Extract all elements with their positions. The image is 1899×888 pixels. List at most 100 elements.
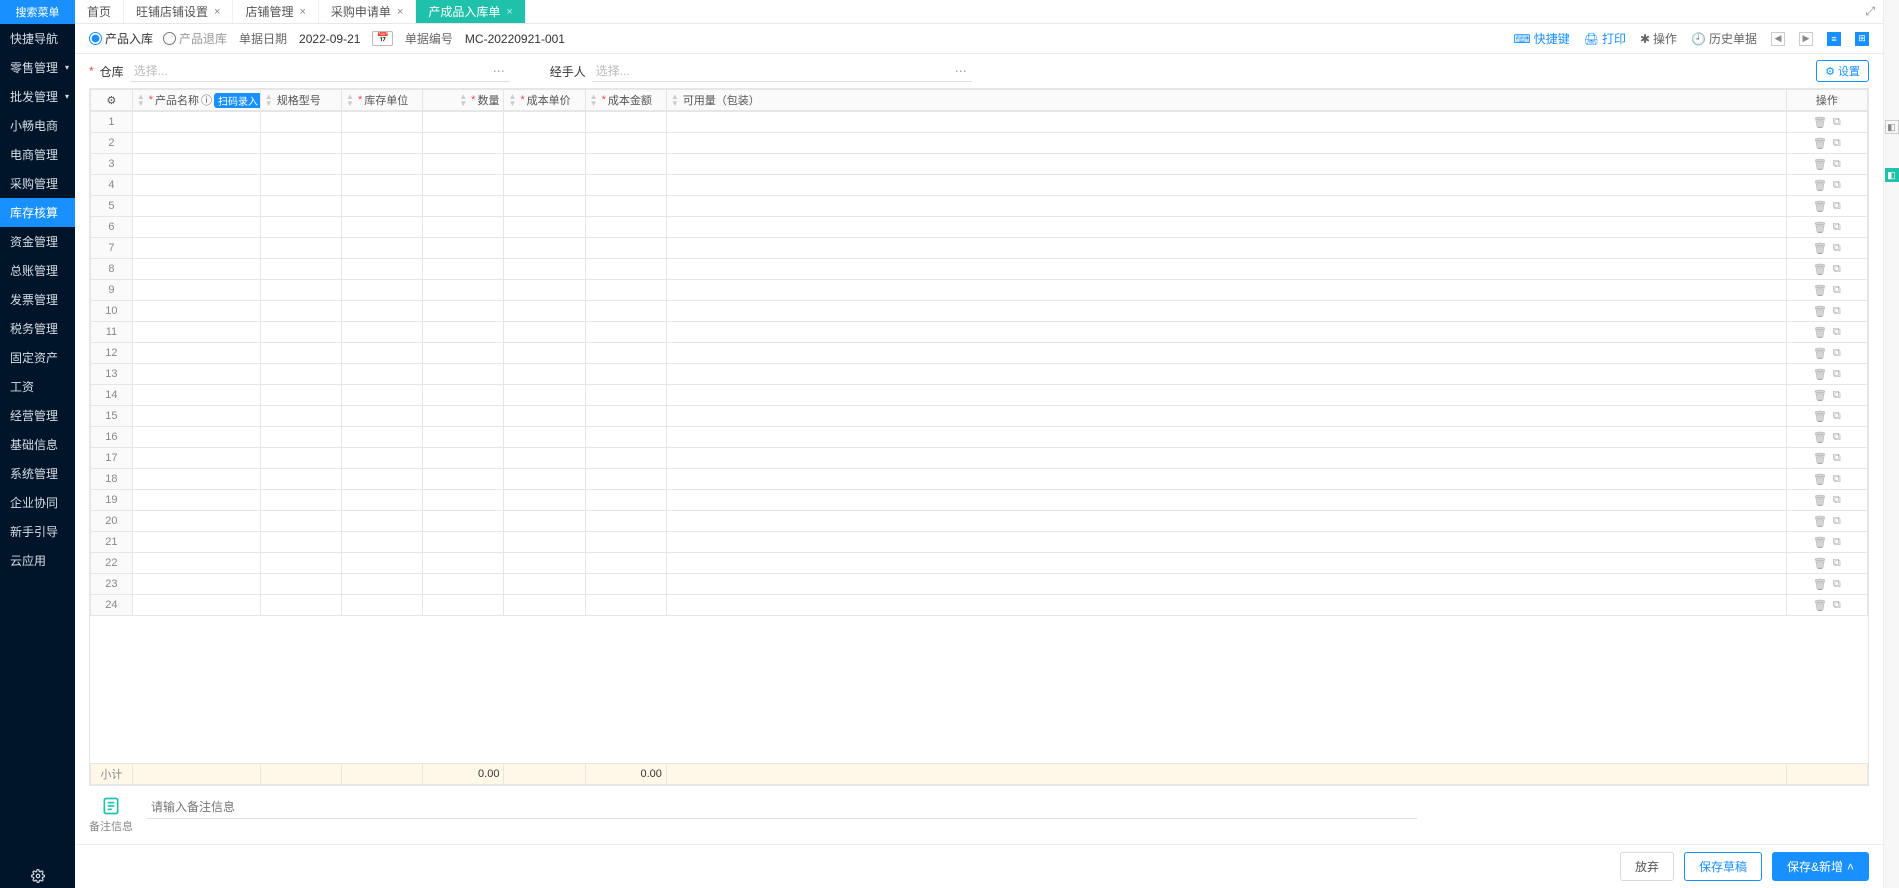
table-row[interactable]: 7🗑⧉ [91, 238, 1868, 259]
table-row[interactable]: 14🗑⧉ [91, 385, 1868, 406]
table-row[interactable]: 13🗑⧉ [91, 364, 1868, 385]
calendar-icon[interactable]: 📅 [372, 31, 392, 46]
table-row[interactable]: 8🗑⧉ [91, 259, 1868, 280]
tab-1[interactable]: 旺铺店铺设置× [124, 0, 233, 23]
copy-icon[interactable]: ⧉ [1833, 137, 1841, 150]
table-row[interactable]: 11🗑⧉ [91, 322, 1868, 343]
copy-icon[interactable]: ⧉ [1833, 263, 1841, 276]
delete-icon[interactable]: 🗑 [1813, 158, 1827, 171]
delete-icon[interactable]: 🗑 [1813, 599, 1827, 612]
copy-icon[interactable]: ⧉ [1833, 431, 1841, 444]
handler-select[interactable]: 选择...⋯ [592, 60, 972, 82]
delete-icon[interactable]: 🗑 [1813, 452, 1827, 465]
sidebar-item-12[interactable]: 工资 [0, 372, 75, 401]
sidebar-item-16[interactable]: 企业协同 [0, 488, 75, 517]
table-row[interactable]: 9🗑⧉ [91, 280, 1868, 301]
table-row[interactable]: 19🗑⧉ [91, 490, 1868, 511]
table-row[interactable]: 20🗑⧉ [91, 511, 1868, 532]
nav-next-icon[interactable]: ▶ [1799, 32, 1813, 46]
close-icon[interactable]: × [299, 6, 305, 18]
copy-icon[interactable]: ⧉ [1833, 242, 1841, 255]
sidebar-item-8[interactable]: 总账管理 [0, 256, 75, 285]
view-grid-icon[interactable]: ⊞ [1855, 32, 1869, 46]
copy-icon[interactable]: ⧉ [1833, 158, 1841, 171]
sidebar-item-15[interactable]: 系统管理 [0, 459, 75, 488]
copy-icon[interactable]: ⧉ [1833, 389, 1841, 402]
sidebar-search[interactable]: 搜索菜单 [0, 0, 75, 24]
delete-icon[interactable]: 🗑 [1813, 536, 1827, 549]
delete-icon[interactable]: 🗑 [1813, 326, 1827, 339]
radio-product-out[interactable]: 产品退库 [163, 30, 227, 47]
table-row[interactable]: 4🗑⧉ [91, 175, 1868, 196]
table-row[interactable]: 21🗑⧉ [91, 532, 1868, 553]
sidebar-item-5[interactable]: 采购管理 [0, 169, 75, 198]
rail-item-2[interactable]: ◧ [1885, 168, 1899, 182]
col-qty[interactable]: ▲▼*数量 [423, 90, 504, 111]
sidebar-item-10[interactable]: 税务管理 [0, 314, 75, 343]
sidebar-item-6[interactable]: 库存核算 [0, 198, 75, 227]
copy-icon[interactable]: ⧉ [1833, 452, 1841, 465]
copy-icon[interactable]: ⧉ [1833, 200, 1841, 213]
table-row[interactable]: 22🗑⧉ [91, 553, 1868, 574]
sidebar-item-0[interactable]: 快捷导航 [0, 24, 75, 53]
close-icon[interactable]: × [214, 6, 220, 18]
delete-icon[interactable]: 🗑 [1813, 347, 1827, 360]
close-icon[interactable]: × [506, 6, 512, 18]
sidebar-item-17[interactable]: 新手引导 [0, 517, 75, 546]
col-gear[interactable]: ⚙ [91, 90, 133, 111]
warehouse-select[interactable]: 选择...⋯ [130, 60, 510, 82]
table-row[interactable]: 2🗑⧉ [91, 133, 1868, 154]
col-cost[interactable]: ▲▼*成本单价 [504, 90, 585, 111]
copy-icon[interactable]: ⧉ [1833, 536, 1841, 549]
delete-icon[interactable]: 🗑 [1813, 389, 1827, 402]
shortcut-link[interactable]: ⌨ 快捷键 [1513, 30, 1569, 47]
tab-2[interactable]: 店铺管理× [233, 0, 318, 23]
delete-icon[interactable]: 🗑 [1813, 242, 1827, 255]
delete-icon[interactable]: 🗑 [1813, 473, 1827, 486]
print-link[interactable]: 🖨 打印 [1584, 30, 1626, 47]
table-row[interactable]: 10🗑⧉ [91, 301, 1868, 322]
sidebar-item-13[interactable]: 经营管理 [0, 401, 75, 430]
copy-icon[interactable]: ⧉ [1833, 515, 1841, 528]
delete-icon[interactable]: 🗑 [1813, 284, 1827, 297]
copy-icon[interactable]: ⧉ [1833, 347, 1841, 360]
sidebar-item-2[interactable]: 批发管理▾ [0, 82, 75, 111]
copy-icon[interactable]: ⧉ [1833, 221, 1841, 234]
copy-icon[interactable]: ⧉ [1833, 578, 1841, 591]
copy-icon[interactable]: ⧉ [1833, 116, 1841, 129]
copy-icon[interactable]: ⧉ [1833, 368, 1841, 381]
table-row[interactable]: 12🗑⧉ [91, 343, 1868, 364]
rail-item-1[interactable]: ◧ [1885, 120, 1899, 134]
sidebar-item-14[interactable]: 基础信息 [0, 430, 75, 459]
delete-icon[interactable]: 🗑 [1813, 494, 1827, 507]
save-draft-button[interactable]: 保存草稿 [1684, 852, 1762, 881]
copy-icon[interactable]: ⧉ [1833, 179, 1841, 192]
table-row[interactable]: 16🗑⧉ [91, 427, 1868, 448]
ops-link[interactable]: ✱ 操作 [1640, 30, 1677, 47]
table-row[interactable]: 3🗑⧉ [91, 154, 1868, 175]
col-spec[interactable]: ▲▼规格型号 [260, 90, 341, 111]
copy-icon[interactable]: ⧉ [1833, 305, 1841, 318]
sidebar-item-9[interactable]: 发票管理 [0, 285, 75, 314]
table-row[interactable]: 17🗑⧉ [91, 448, 1868, 469]
table-row[interactable]: 24🗑⧉ [91, 595, 1868, 616]
table-row[interactable]: 15🗑⧉ [91, 406, 1868, 427]
copy-icon[interactable]: ⧉ [1833, 410, 1841, 423]
copy-icon[interactable]: ⧉ [1833, 557, 1841, 570]
copy-icon[interactable]: ⧉ [1833, 473, 1841, 486]
date-value[interactable]: 2022-09-21 [299, 32, 360, 46]
sidebar-item-7[interactable]: 资金管理 [0, 227, 75, 256]
col-avail[interactable]: ▲▼可用量（包装） [666, 90, 1786, 111]
col-product[interactable]: ▲▼*产品名称 ⓘ 扫码录入 [132, 90, 260, 111]
tab-0[interactable]: 首页 [75, 0, 124, 23]
delete-icon[interactable]: 🗑 [1813, 557, 1827, 570]
copy-icon[interactable]: ⧉ [1833, 494, 1841, 507]
history-link[interactable]: 🕘 历史单据 [1691, 30, 1757, 47]
tab-4[interactable]: 产成品入库单× [416, 0, 525, 23]
sidebar-item-3[interactable]: 小畅电商 [0, 111, 75, 140]
tab-overflow-icon[interactable]: ⤢ [1865, 4, 1875, 19]
copy-icon[interactable]: ⧉ [1833, 599, 1841, 612]
delete-icon[interactable]: 🗑 [1813, 515, 1827, 528]
view-list-icon[interactable]: ≡ [1827, 32, 1841, 46]
radio-product-in[interactable]: 产品入库 [89, 30, 153, 47]
